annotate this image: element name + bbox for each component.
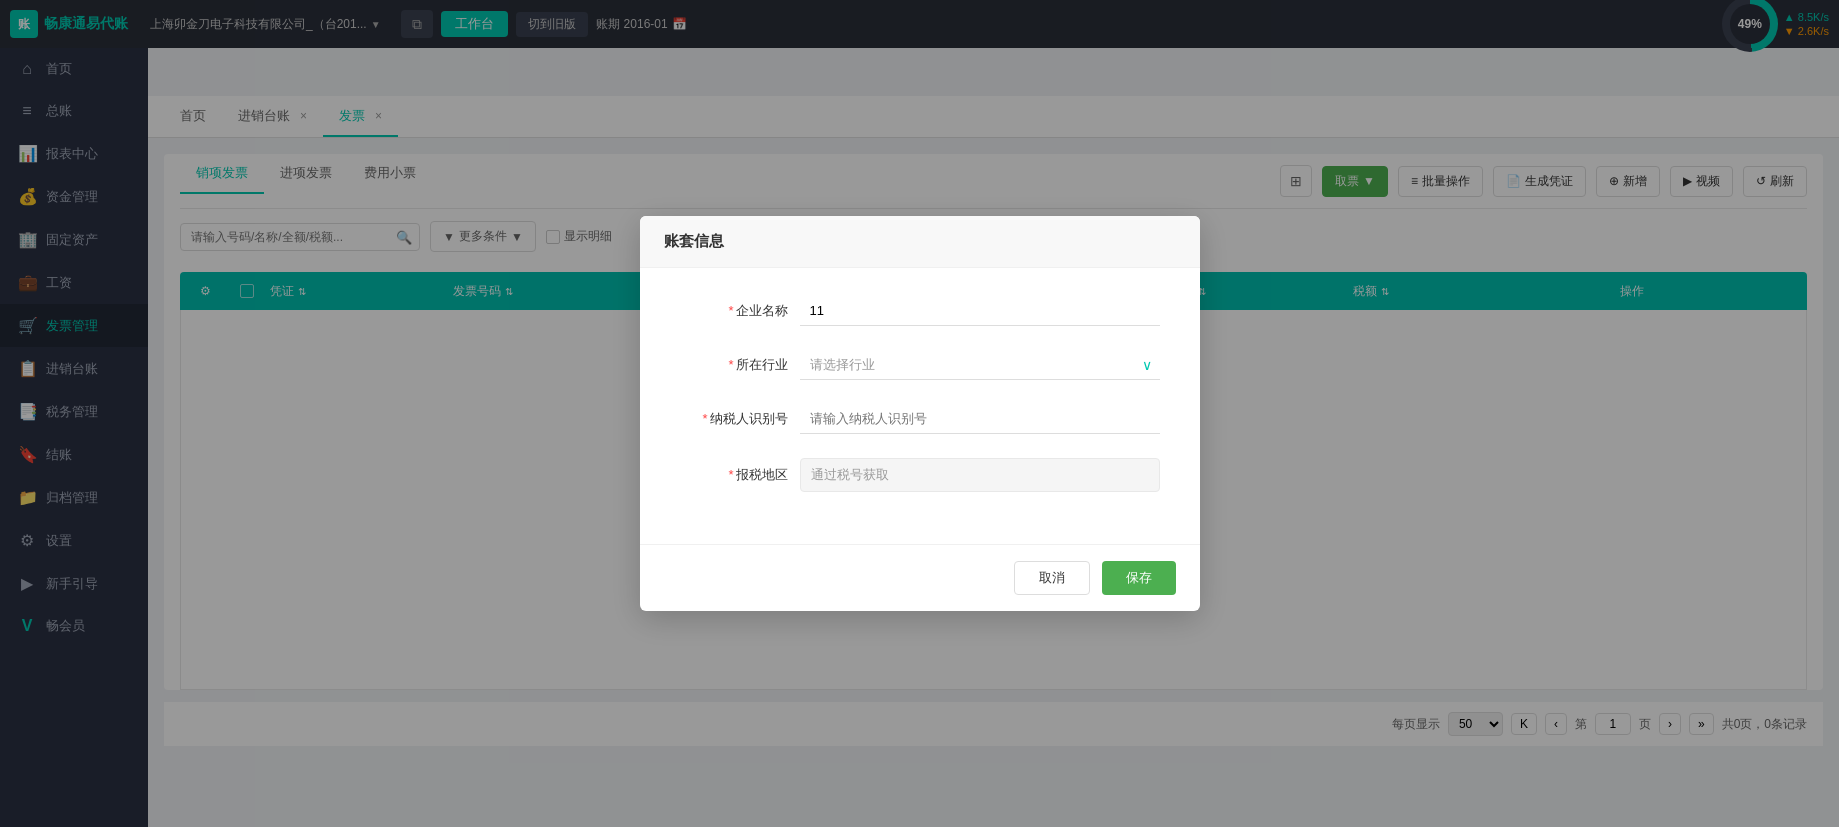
form-row-tax-region: *报税地区 通过税号获取 — [680, 458, 1160, 492]
modal-header: 账套信息 — [640, 216, 1200, 268]
company-name-label: *企业名称 — [680, 302, 800, 320]
industry-label: *所在行业 — [680, 356, 800, 374]
cancel-button[interactable]: 取消 — [1014, 561, 1090, 595]
modal-overlay[interactable]: 账套信息 *企业名称 *所在行业 请选择行业 ∨ — [0, 0, 1839, 827]
company-name-input[interactable] — [800, 296, 1160, 326]
industry-select-wrap: 请选择行业 ∨ — [800, 350, 1160, 380]
account-info-modal: 账套信息 *企业名称 *所在行业 请选择行业 ∨ — [640, 216, 1200, 611]
form-row-industry: *所在行业 请选择行业 ∨ — [680, 350, 1160, 380]
save-button[interactable]: 保存 — [1102, 561, 1176, 595]
tax-region-disabled: 通过税号获取 — [800, 458, 1160, 492]
tax-id-input[interactable] — [800, 404, 1160, 434]
industry-select[interactable]: 请选择行业 — [800, 350, 1160, 379]
tax-region-label: *报税地区 — [680, 466, 800, 484]
modal-title: 账套信息 — [664, 232, 724, 249]
select-arrow-icon: ∨ — [1142, 357, 1152, 373]
form-row-tax-id: *纳税人识别号 — [680, 404, 1160, 434]
modal-footer: 取消 保存 — [640, 544, 1200, 611]
form-row-company: *企业名称 — [680, 296, 1160, 326]
tax-id-label: *纳税人识别号 — [680, 410, 800, 428]
modal-body: *企业名称 *所在行业 请选择行业 ∨ *纳税人识别号 — [640, 268, 1200, 544]
